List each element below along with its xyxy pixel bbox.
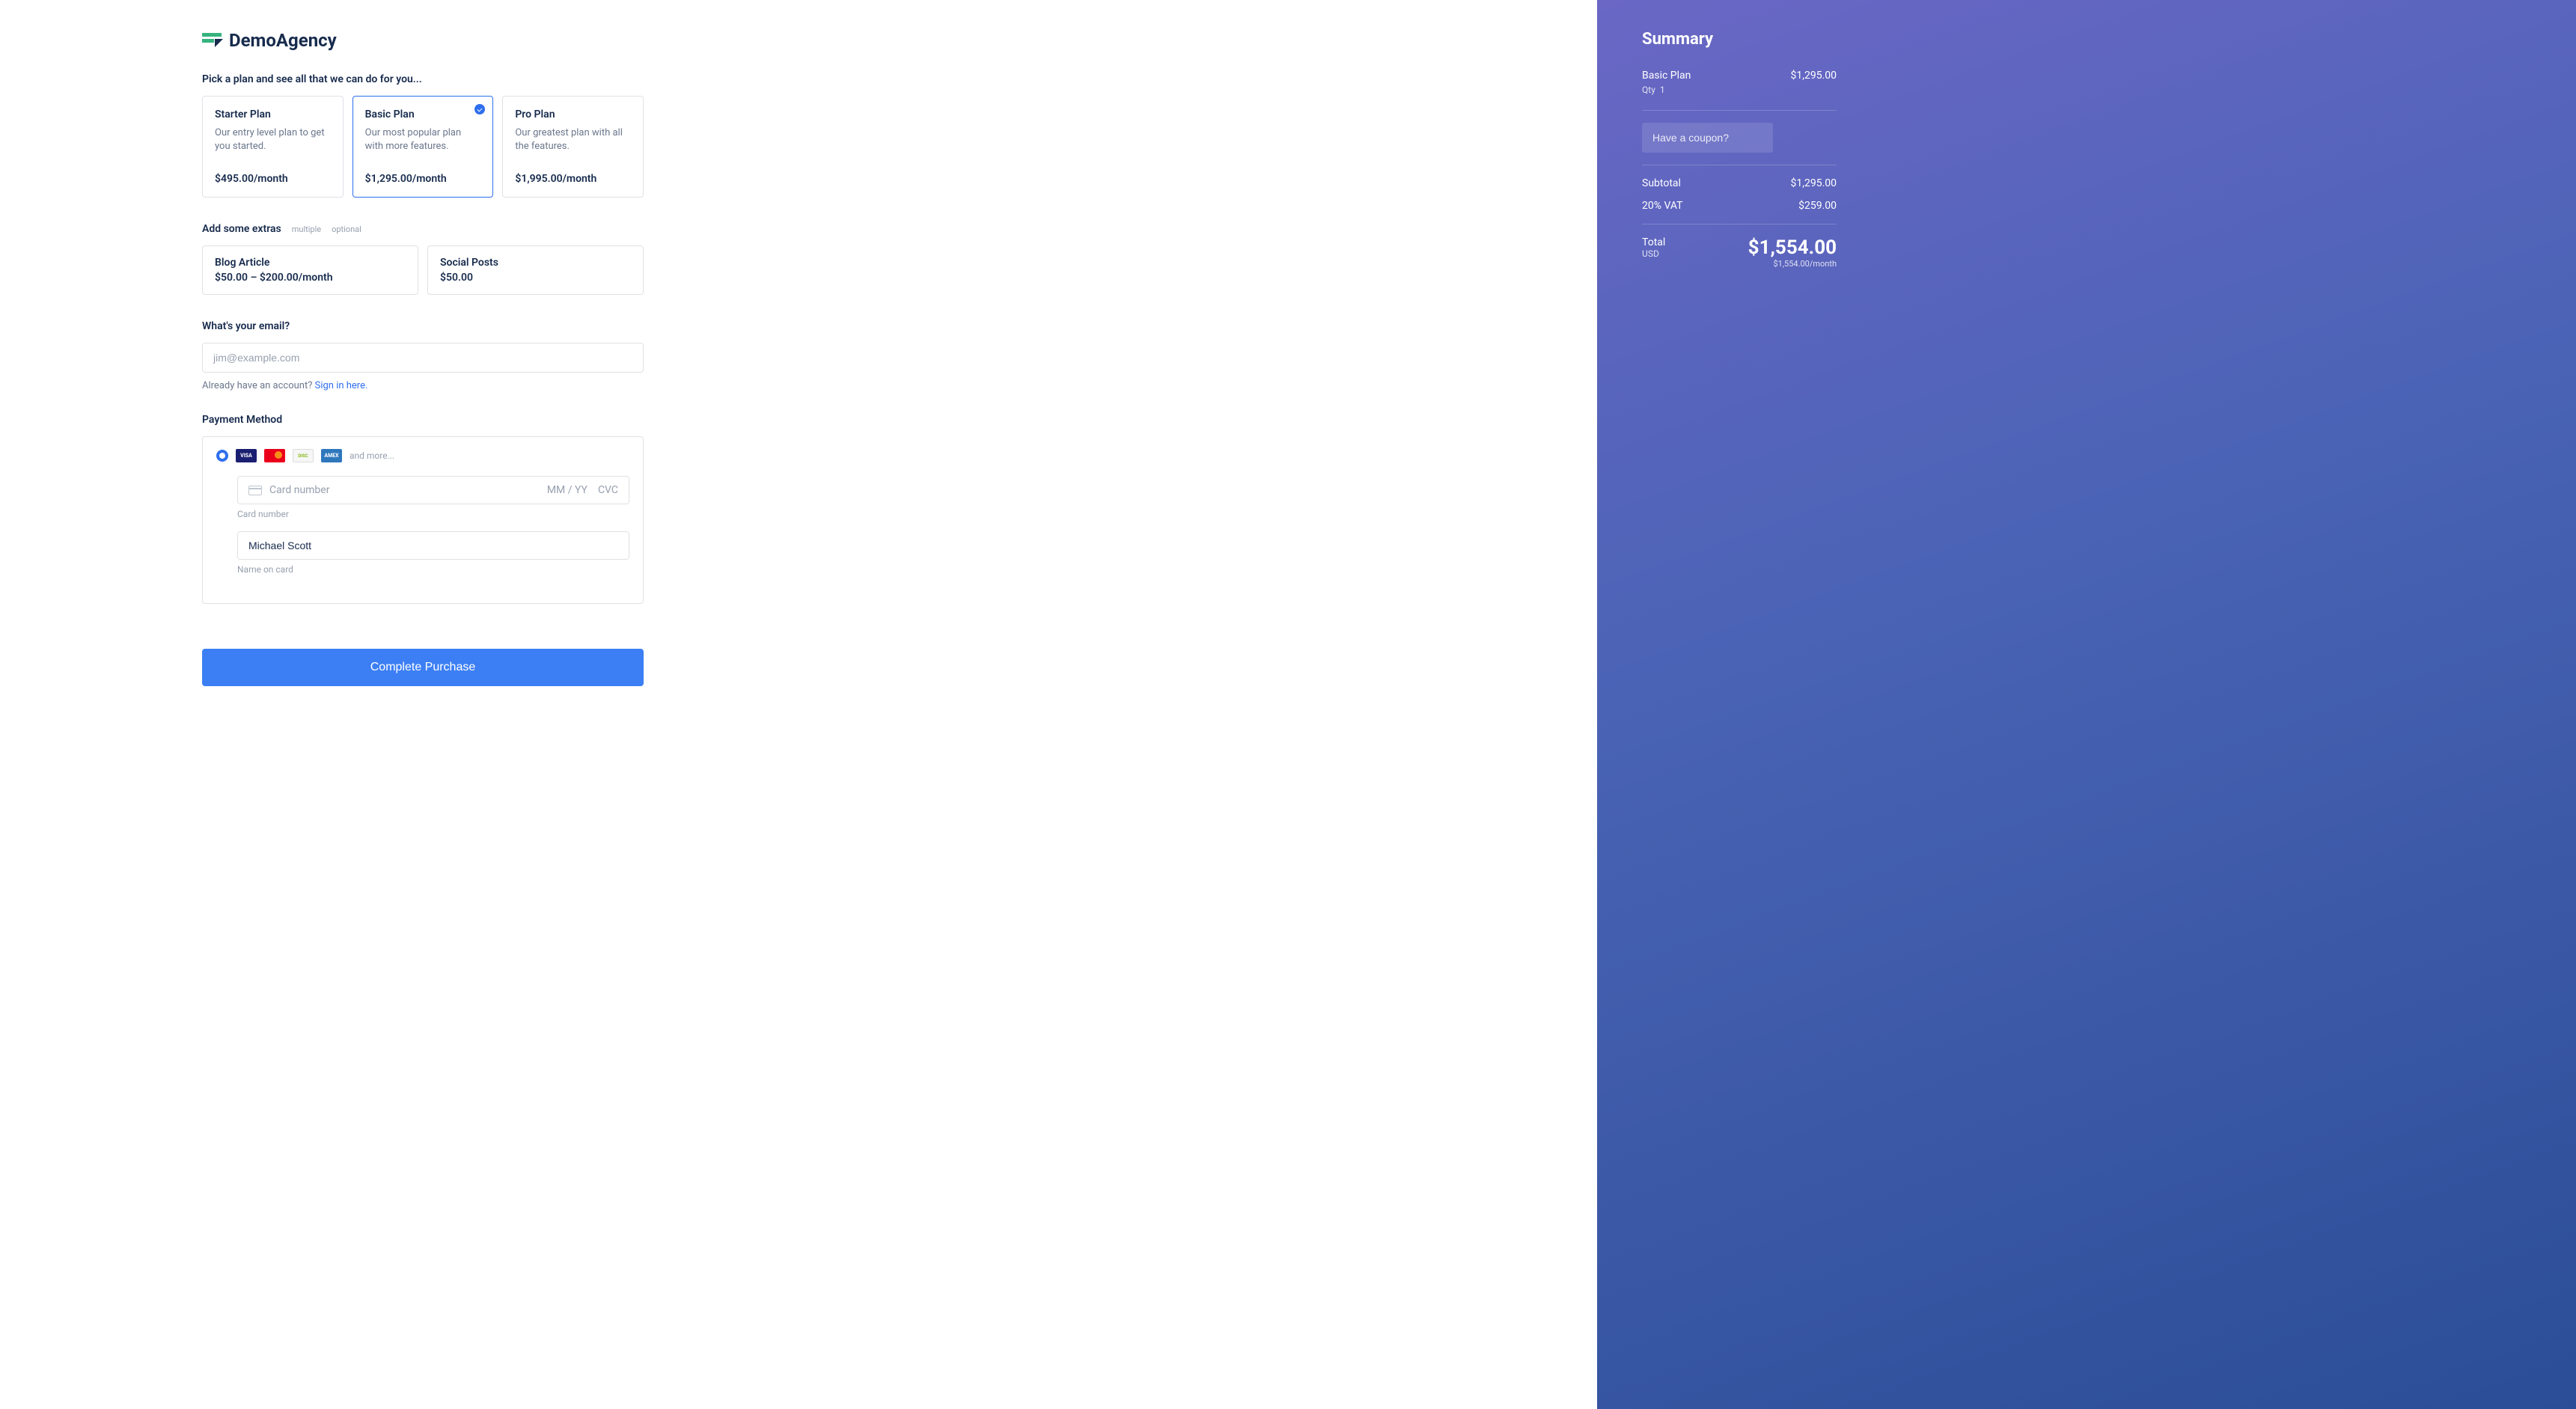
card-number-placeholder: Card number: [269, 484, 540, 496]
payment-heading: Payment Method: [202, 414, 644, 426]
summary-qty-label: Qty: [1642, 85, 1655, 95]
extra-title: Blog Article: [215, 257, 406, 269]
signin-link[interactable]: Sign in here.: [315, 380, 368, 391]
plan-starter[interactable]: Starter Plan Our entry level plan to get…: [202, 96, 344, 198]
extra-title: Social Posts: [440, 257, 631, 269]
name-on-card-input[interactable]: [237, 531, 629, 560]
plan-pro[interactable]: Pro Plan Our greatest plan with all the …: [502, 96, 644, 198]
plan-price: $1,295.00/month: [365, 173, 481, 185]
summary-panel: Summary Basic Plan $1,295.00 Qty 1 Subto…: [1597, 0, 2576, 1409]
name-on-card-label: Name on card: [237, 564, 629, 575]
complete-purchase-button[interactable]: Complete Purchase: [202, 649, 644, 686]
plan-basic[interactable]: Basic Plan Our most popular plan with mo…: [352, 96, 494, 198]
email-input[interactable]: [202, 343, 644, 373]
amex-icon: AMEX: [321, 449, 342, 462]
mastercard-icon: [264, 449, 285, 462]
plan-title: Starter Plan: [215, 108, 331, 120]
plan-price: $495.00/month: [215, 173, 331, 185]
plan-desc: Our most popular plan with more features…: [365, 126, 481, 153]
summary-qty-value: 1: [1660, 85, 1665, 95]
total-recurring: $1,554.00/month: [1748, 259, 1837, 269]
credit-card-icon: [248, 486, 262, 495]
extras-heading: Add some extras: [202, 223, 281, 235]
card-cvc-placeholder: CVC: [598, 484, 618, 496]
vat-label: 20% VAT: [1642, 200, 1682, 212]
extras-tag-multiple: multiple: [292, 224, 321, 234]
card-expiry-placeholder: MM / YY: [547, 484, 587, 496]
extra-price: $50.00 – $200.00/month: [215, 272, 406, 284]
brand-logo: DemoAgency: [202, 30, 644, 51]
plan-desc: Our entry level plan to get you started.: [215, 126, 331, 153]
check-icon: [474, 104, 485, 114]
plan-price: $1,995.00/month: [515, 173, 631, 185]
extra-blog-article[interactable]: Blog Article $50.00 – $200.00/month: [202, 245, 418, 295]
payment-radio-card[interactable]: [216, 450, 228, 462]
extras-tag-optional: optional: [332, 224, 361, 234]
email-heading: What's your email?: [202, 320, 644, 332]
plans-heading: Pick a plan and see all that we can do f…: [202, 73, 644, 85]
card-number-input[interactable]: Card number MM / YY CVC: [237, 476, 629, 504]
summary-title: Summary: [1642, 30, 1837, 49]
plan-desc: Our greatest plan with all the features.: [515, 126, 631, 153]
coupon-input[interactable]: [1642, 123, 1773, 153]
discover-icon: DISC: [293, 449, 314, 462]
extra-social-posts[interactable]: Social Posts $50.00: [427, 245, 644, 295]
signin-helper: Already have an account? Sign in here.: [202, 380, 644, 391]
plan-title: Pro Plan: [515, 108, 631, 120]
vat-value: $259.00: [1798, 200, 1837, 212]
subtotal-value: $1,295.00: [1791, 177, 1837, 189]
summary-item-price: $1,295.00: [1791, 70, 1837, 82]
summary-item-name: Basic Plan: [1642, 70, 1691, 82]
extra-price: $50.00: [440, 272, 631, 284]
logo-icon: [202, 31, 223, 49]
subtotal-label: Subtotal: [1642, 177, 1681, 189]
total-amount: $1,554.00: [1748, 236, 1837, 259]
and-more-label: and more...: [350, 450, 394, 461]
visa-icon: VISA: [236, 449, 257, 462]
payment-box: VISA DISC AMEX and more... Card number M…: [202, 436, 644, 604]
plan-title: Basic Plan: [365, 108, 481, 120]
total-label: Total: [1642, 236, 1665, 248]
card-number-label: Card number: [237, 509, 629, 519]
brand-name: DemoAgency: [229, 30, 337, 51]
total-currency: USD: [1642, 248, 1665, 259]
